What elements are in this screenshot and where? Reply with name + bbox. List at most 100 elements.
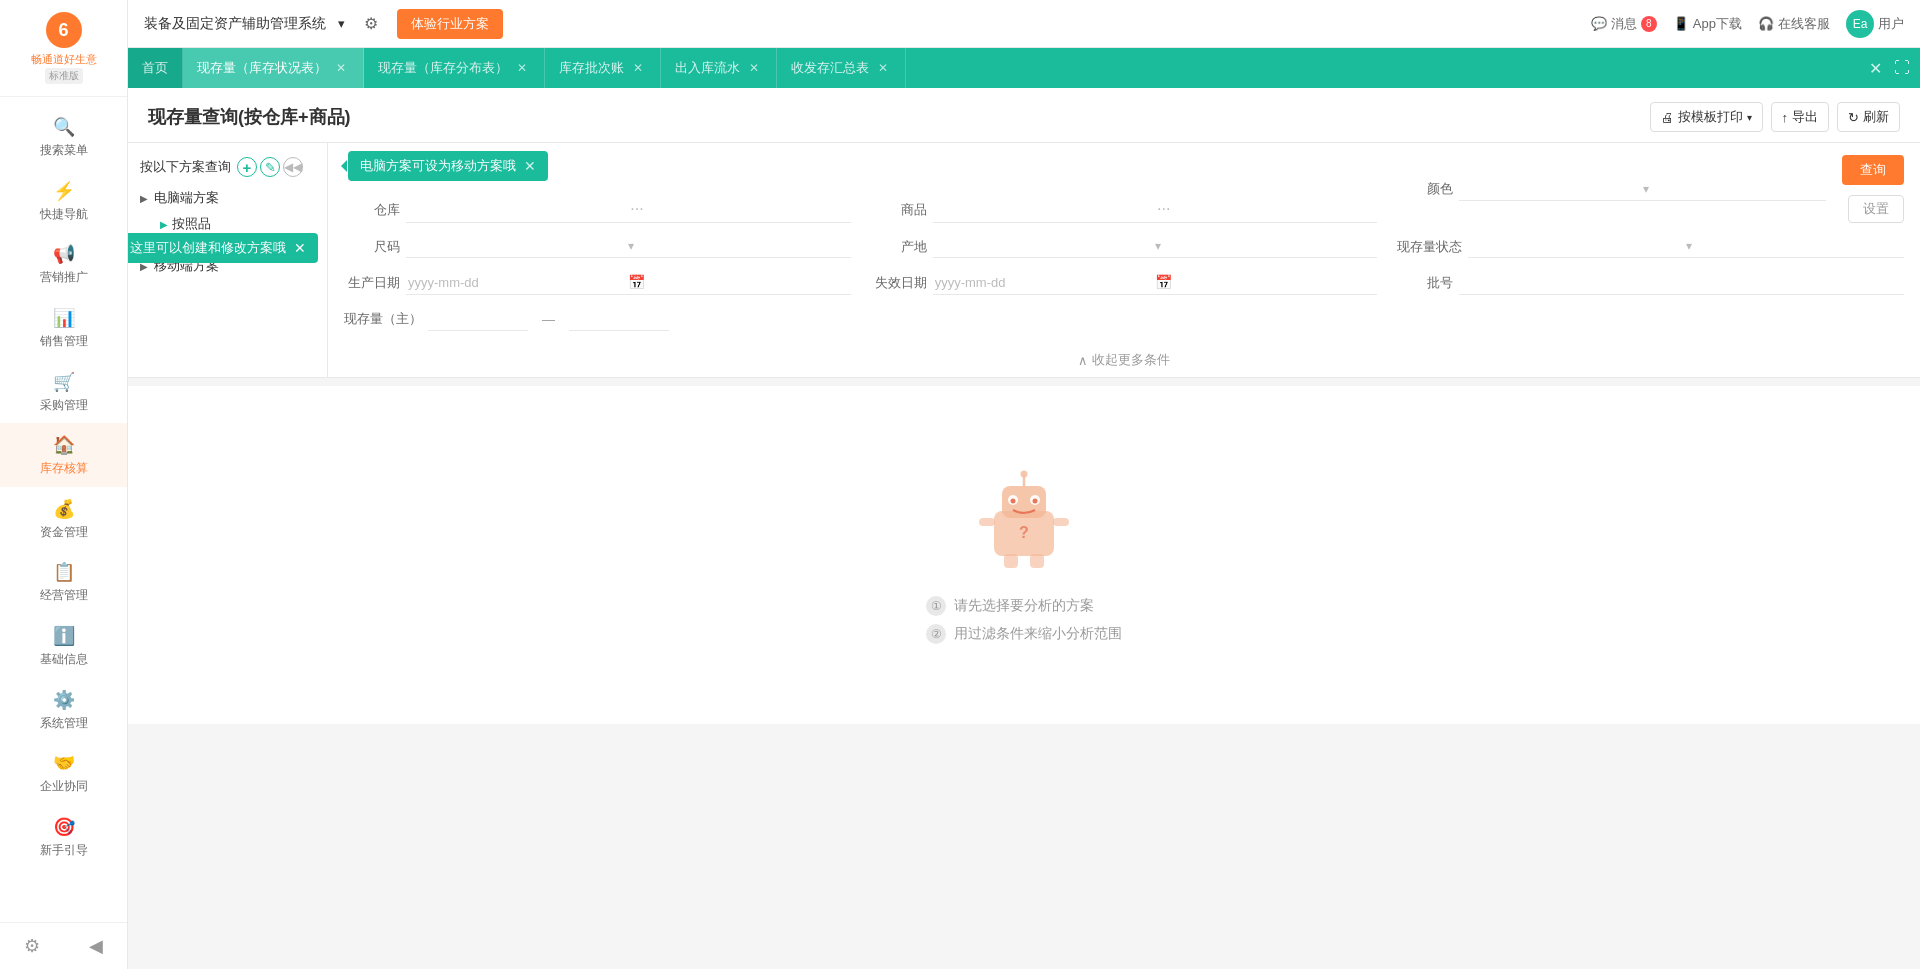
tab-close-all-icon[interactable]: ✕ (1867, 57, 1884, 80)
tab-inventory-dist[interactable]: 现存量（库存分布表） ✕ (364, 48, 545, 88)
tab-batch[interactable]: 库存批次账 ✕ (545, 48, 661, 88)
message-item[interactable]: 💬 消息 8 (1591, 15, 1657, 33)
filter-scheme-area: 按以下方案查询 + ✎ ◀◀ 电脑方案可设为移动方案哦 ✕ (128, 143, 1920, 378)
calendar-icon-2[interactable]: 📅 (1155, 274, 1375, 290)
export-button[interactable]: ↑ 导出 (1771, 102, 1830, 132)
svg-rect-8 (979, 518, 995, 526)
create-scheme-popover: 这里可以创建和修改方案哦 ✕ (128, 233, 318, 263)
sidebar-bottom: ⚙ ◀ (0, 922, 127, 969)
experience-button[interactable]: 体验行业方案 (397, 9, 503, 39)
tab-close-4[interactable]: ✕ (746, 60, 762, 76)
quick-nav-icon: ⚡ (52, 179, 76, 203)
collapse-row[interactable]: ∧ 收起更多条件 (344, 343, 1904, 377)
avatar: Ea (1846, 10, 1874, 38)
app-download-label: App下载 (1693, 15, 1742, 33)
filter-row-1: 仓库 ··· 商品 ··· (344, 155, 1904, 223)
sidebar-settings-btn[interactable]: ⚙ (20, 931, 44, 961)
tab-close-2[interactable]: ✕ (514, 60, 530, 76)
filter-cell-prod-date: 生产日期 yyyy-mm-dd 📅 (344, 270, 851, 295)
query-button[interactable]: 查询 (1842, 155, 1904, 185)
sidebar-collapse-btn[interactable]: ◀ (85, 931, 107, 961)
filter-fields-panel: 仓库 ··· 商品 ··· (328, 143, 1920, 377)
refresh-button[interactable]: ↻ 刷新 (1837, 102, 1900, 132)
empty-state: ? ① 请先选择要分析的方案 ② 用过滤条件来缩小分析范围 (128, 386, 1920, 724)
back-scheme-button[interactable]: ◀◀ (283, 157, 303, 177)
sidebar-item-search[interactable]: 🔍 搜索菜单 (0, 105, 127, 169)
sidebar-item-collab[interactable]: 🤝 企业协同 (0, 741, 127, 805)
goods-label: 商品 (871, 201, 927, 219)
user-item[interactable]: Ea 用户 (1846, 10, 1904, 38)
batch-input[interactable] (1459, 271, 1904, 295)
warehouse-dots-icon[interactable]: ··· (630, 200, 848, 218)
message-icon: 💬 (1591, 16, 1607, 31)
app-download-item[interactable]: 📱 App下载 (1673, 15, 1742, 33)
sidebar: 6 畅通道好生意 标准版 🔍 搜索菜单 ⚡ 快捷导航 📢 营销推广 📊 销售管理… (0, 0, 128, 969)
svg-text:?: ? (1019, 524, 1029, 541)
sidebar-item-system[interactable]: ⚙️ 系统管理 (0, 678, 127, 742)
filter-row-3: 生产日期 yyyy-mm-dd 📅 失效日期 yyyy-mm-dd 📅 (344, 270, 1904, 295)
warehouse-select[interactable]: ··· (406, 196, 851, 223)
stock-main-input-from[interactable] (428, 307, 528, 331)
color-select[interactable]: ▾ (1459, 178, 1826, 201)
desktop-scheme-section: ▶ 电脑端方案 ▶ 按照品 (128, 185, 327, 237)
origin-chevron-icon: ▾ (1155, 239, 1375, 253)
origin-select[interactable]: ▾ (933, 235, 1378, 258)
collapse-up-icon: ∧ (1078, 353, 1088, 368)
page-title: 现存量查询(按仓库+商品) (148, 105, 351, 129)
template-print-button[interactable]: 🖨 按模板打印 ▾ (1650, 102, 1763, 132)
sidebar-item-finance[interactable]: 💰 资金管理 (0, 487, 127, 551)
tab-summary[interactable]: 收发存汇总表 ✕ (777, 48, 906, 88)
tab-inventory-status[interactable]: 现存量（库存状况表） ✕ (183, 48, 364, 88)
stock-status-chevron-icon: ▾ (1686, 239, 1902, 253)
scheme-popover-close[interactable]: ✕ (524, 158, 536, 174)
prod-date-placeholder: yyyy-mm-dd (408, 275, 628, 290)
origin-label: 产地 (871, 238, 927, 256)
tab-close-3[interactable]: ✕ (630, 60, 646, 76)
sidebar-item-guide[interactable]: 🎯 新手引导 (0, 805, 127, 869)
tab-close-1[interactable]: ✕ (333, 60, 349, 76)
color-chevron-icon: ▾ (1643, 182, 1824, 196)
stock-status-select[interactable]: ▾ (1468, 235, 1904, 258)
guide-nav-icon: 🎯 (52, 815, 76, 839)
sales-nav-icon: 📊 (52, 306, 76, 330)
goods-dots-icon[interactable]: ··· (1157, 200, 1375, 218)
logo-icon: 6 (46, 12, 82, 48)
sidebar-item-marketing[interactable]: 📢 营销推广 (0, 232, 127, 296)
calendar-icon-1[interactable]: 📅 (628, 274, 848, 290)
tab-home[interactable]: 首页 (128, 48, 183, 88)
sidebar-item-purchase[interactable]: 🛒 采购管理 (0, 360, 127, 424)
filter-row-2: 尺码 ▾ 产地 ▾ (344, 235, 1904, 258)
desktop-scheme-header[interactable]: ▶ 电脑端方案 (128, 185, 327, 211)
filter-cell-goods: 商品 ··· (871, 196, 1378, 223)
goods-select[interactable]: ··· (933, 196, 1378, 223)
size-select[interactable]: ▾ (406, 235, 851, 258)
sidebar-item-quick[interactable]: ⚡ 快捷导航 (0, 169, 127, 233)
sidebar-item-operations[interactable]: 📋 经营管理 (0, 550, 127, 614)
logo-badge: 标准版 (45, 68, 83, 84)
tab-flow[interactable]: 出入库流水 ✕ (661, 48, 777, 88)
tab-fullscreen-icon[interactable]: ⛶ (1892, 57, 1912, 79)
tab-close-5[interactable]: ✕ (875, 60, 891, 76)
step-1-text: 请先选择要分析的方案 (954, 597, 1094, 615)
query-btns: 查询 设置 (1832, 155, 1904, 223)
add-scheme-button[interactable]: + (237, 157, 257, 177)
field-settings-button[interactable]: 设置 (1848, 195, 1904, 223)
edit-scheme-button[interactable]: ✎ (260, 157, 280, 177)
sidebar-item-inventory[interactable]: 🏠 库存核算 (0, 423, 127, 487)
sidebar-item-sales[interactable]: 📊 销售管理 (0, 296, 127, 360)
message-badge: 8 (1641, 16, 1657, 32)
prod-date-input[interactable]: yyyy-mm-dd 📅 (406, 270, 851, 295)
settings-icon[interactable]: ⚙ (357, 10, 385, 38)
sidebar-item-basic[interactable]: ℹ️ 基础信息 (0, 614, 127, 678)
system-dropdown[interactable]: ▾ (338, 16, 345, 31)
batch-label: 批号 (1397, 274, 1453, 292)
tab-home-label: 首页 (142, 59, 168, 77)
tab-flow-label: 出入库流水 (675, 59, 740, 77)
filter-cell-size: 尺码 ▾ (344, 235, 851, 258)
chevron-down-icon: ▾ (1747, 112, 1752, 123)
warehouse-label: 仓库 (344, 201, 400, 219)
online-support-item[interactable]: 🎧 在线客服 (1758, 15, 1830, 33)
create-scheme-close[interactable]: ✕ (294, 240, 306, 256)
exp-date-input[interactable]: yyyy-mm-dd 📅 (933, 270, 1378, 295)
stock-main-input-to[interactable] (569, 307, 669, 331)
